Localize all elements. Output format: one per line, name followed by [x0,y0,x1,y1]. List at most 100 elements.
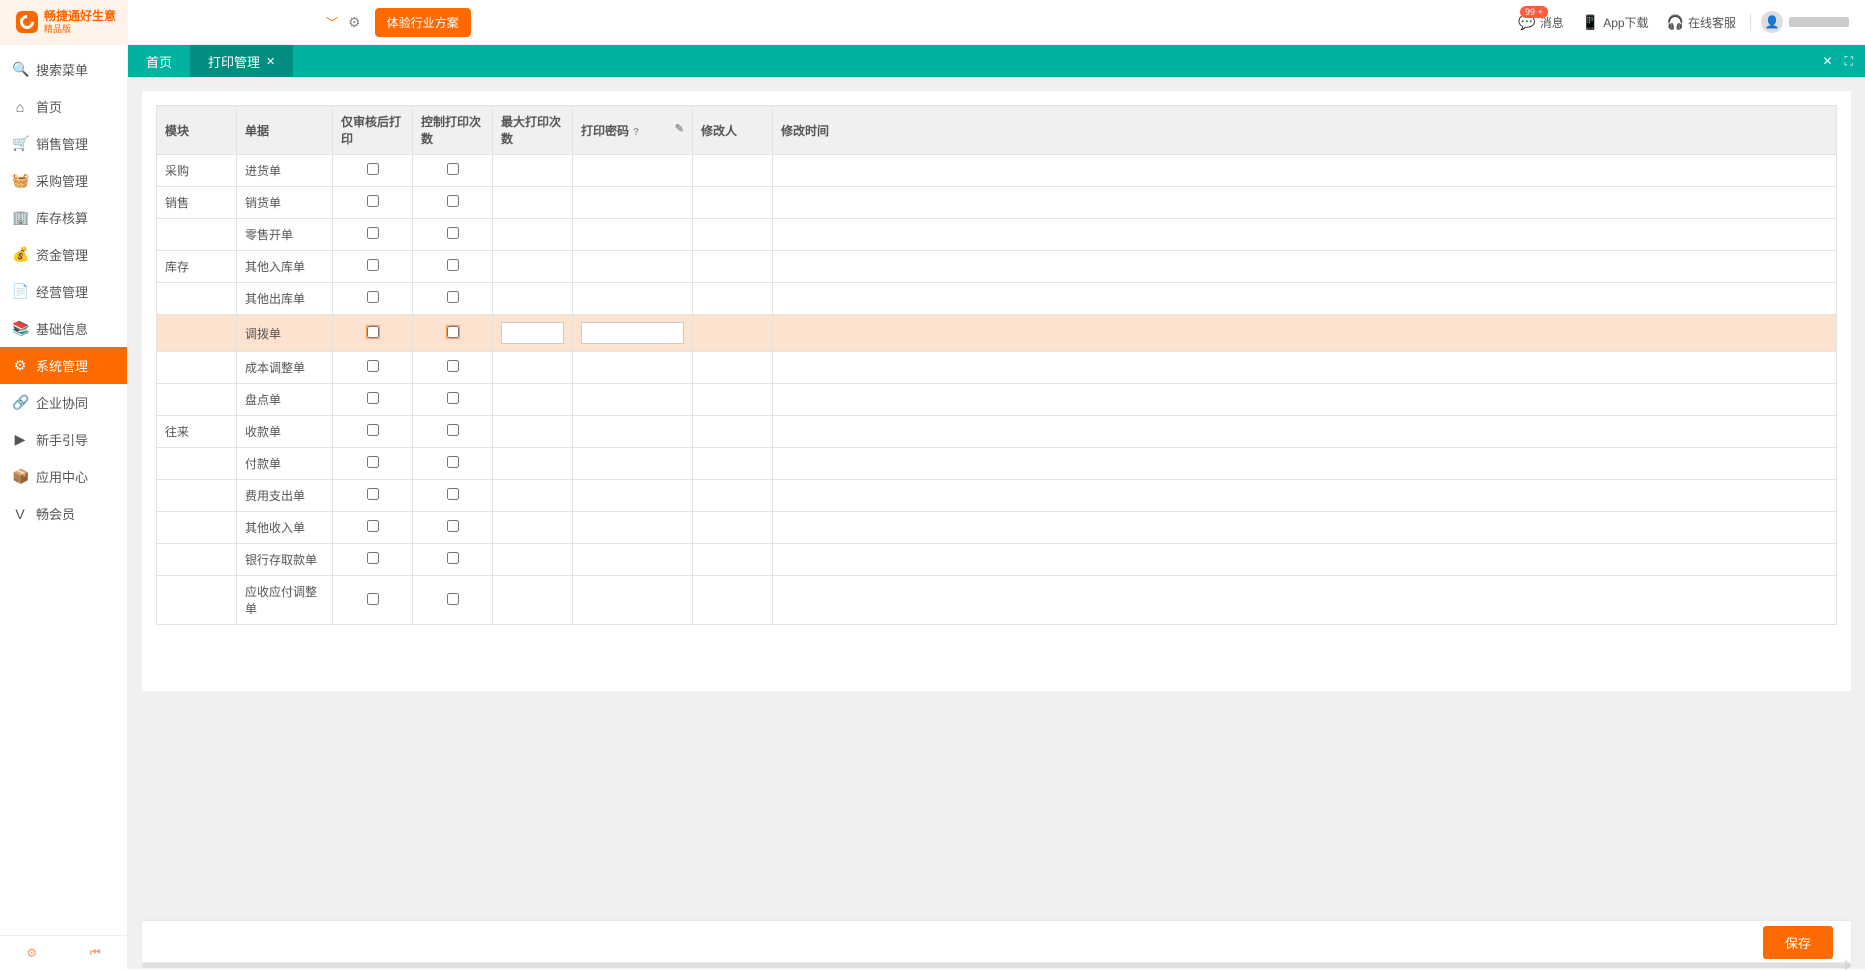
sidebar-item-home[interactable]: ⌂ 首页 [0,88,127,125]
audit-only-checkbox[interactable] [367,326,379,338]
limit-count-checkbox[interactable] [447,552,459,564]
modified-time-cell [773,384,1837,416]
password-cell [573,576,693,625]
user-name[interactable] [1789,17,1849,27]
sidebar-item-funds[interactable]: 💰资金管理 [0,236,127,273]
sidebar-item-basic[interactable]: 📚基础信息 [0,310,127,347]
horizontal-scrollbar[interactable] [142,962,1851,968]
module-cell: 销售 [157,187,237,219]
collapse-icon[interactable]: ⏮ [90,945,101,960]
module-cell: 库存 [157,251,237,283]
module-cell [157,283,237,315]
sidebar-item-biz[interactable]: 📄经营管理 [0,273,127,310]
audit-only-cell [333,251,413,283]
audit-only-checkbox[interactable] [367,163,379,175]
sidebar-item-collab[interactable]: 🔗企业协同 [0,384,127,421]
avatar[interactable]: 👤 [1761,11,1783,33]
settings-icon[interactable]: ⚙ [26,946,37,960]
doc-cell: 应收应付调整单 [237,576,333,625]
doc-cell: 进货单 [237,155,333,187]
limit-count-checkbox[interactable] [447,195,459,207]
password-input[interactable] [581,322,684,344]
audit-only-checkbox[interactable] [367,360,379,372]
chevron-down-icon: ﹀ [326,14,338,31]
audit-only-checkbox[interactable] [367,291,379,303]
limit-count-checkbox[interactable] [447,227,459,239]
limit-count-cell [413,187,493,219]
sidebar-item-apps[interactable]: 📦应用中心 [0,458,127,495]
support-button[interactable]: 🎧 在线客服 [1667,14,1736,31]
limit-count-checkbox[interactable] [447,456,459,468]
system-icon: ⚙ [12,357,28,374]
audit-only-checkbox[interactable] [367,456,379,468]
sidebar-item-inventory[interactable]: 🏢库存核算 [0,199,127,236]
audit-only-checkbox[interactable] [367,520,379,532]
limit-count-checkbox[interactable] [447,488,459,500]
sidebar-item-purchase[interactable]: 🧺采购管理 [0,162,127,199]
apps-icon: 📦 [12,468,28,485]
tab-close-all-icon[interactable]: ✕ [1823,54,1833,68]
tab-1[interactable]: 打印管理✕ [190,45,293,77]
limit-count-cell [413,155,493,187]
limit-count-checkbox[interactable] [447,520,459,532]
limit-count-checkbox[interactable] [447,424,459,436]
save-button[interactable]: 保存 [1763,926,1833,959]
audit-only-checkbox[interactable] [367,259,379,271]
limit-count-checkbox[interactable] [447,163,459,175]
collab-icon: 🔗 [12,394,28,411]
audit-only-checkbox[interactable] [367,593,379,605]
password-cell [573,219,693,251]
experience-plan-button[interactable]: 体验行业方案 [375,8,471,37]
home-icon: ⌂ [12,99,28,115]
modified-time-cell [773,219,1837,251]
messages-button[interactable]: 💬 消息 99 + [1518,14,1563,31]
sidebar-item-member[interactable]: V畅会员 [0,495,127,532]
basic-icon: 📚 [12,320,28,337]
max-count-cell [493,283,573,315]
limit-count-checkbox[interactable] [447,360,459,372]
limit-count-checkbox[interactable] [447,259,459,271]
logo: 畅捷通好生意 精品版 [0,0,128,45]
audit-only-checkbox[interactable] [367,227,379,239]
modifier-cell [693,315,773,352]
limit-count-checkbox[interactable] [447,392,459,404]
audit-only-checkbox[interactable] [367,552,379,564]
modifier-cell [693,448,773,480]
doc-cell: 盘点单 [237,384,333,416]
audit-only-checkbox[interactable] [367,392,379,404]
gear-icon[interactable]: ⚙ [348,14,361,31]
audit-only-checkbox[interactable] [367,424,379,436]
audit-only-cell [333,219,413,251]
sidebar-item-system[interactable]: ⚙系统管理 [0,347,127,384]
sidebar-item-label: 首页 [36,97,62,116]
app-download-button[interactable]: 📱 App下载 [1582,14,1649,31]
sidebar-item-guide[interactable]: ▶新手引导 [0,421,127,458]
phone-icon: 📱 [1582,14,1599,31]
col-header-7: 修改时间 [773,106,1837,155]
modifier-cell [693,352,773,384]
support-label: 在线客服 [1688,14,1736,31]
doc-cell: 成本调整单 [237,352,333,384]
sidebar-item-search-menu[interactable]: 🔍搜索菜单 [0,51,127,88]
limit-count-checkbox[interactable] [447,326,459,338]
close-icon[interactable]: ✕ [266,55,275,68]
max-count-cell [493,352,573,384]
tab-0[interactable]: 首页 [128,45,190,77]
audit-only-cell [333,480,413,512]
modified-time-cell [773,155,1837,187]
audit-only-checkbox[interactable] [367,195,379,207]
help-icon[interactable]: ? [633,127,639,138]
limit-count-checkbox[interactable] [447,291,459,303]
sidebar-item-sales[interactable]: 🛒销售管理 [0,125,127,162]
audit-only-cell [333,315,413,352]
company-selector[interactable]: ﹀ [158,14,338,31]
print-settings-table: 模块单据仅审核后打印控制打印次数最大打印次数打印密码?✎修改人修改时间 采购进货… [156,105,1837,625]
max-count-input[interactable] [501,322,564,344]
doc-cell: 其他出库单 [237,283,333,315]
audit-only-checkbox[interactable] [367,488,379,500]
edit-icon[interactable]: ✎ [675,122,684,135]
modified-time-cell [773,283,1837,315]
fullscreen-icon[interactable]: ⛶ [1845,54,1853,69]
app-download-label: App下载 [1603,14,1648,31]
limit-count-checkbox[interactable] [447,593,459,605]
